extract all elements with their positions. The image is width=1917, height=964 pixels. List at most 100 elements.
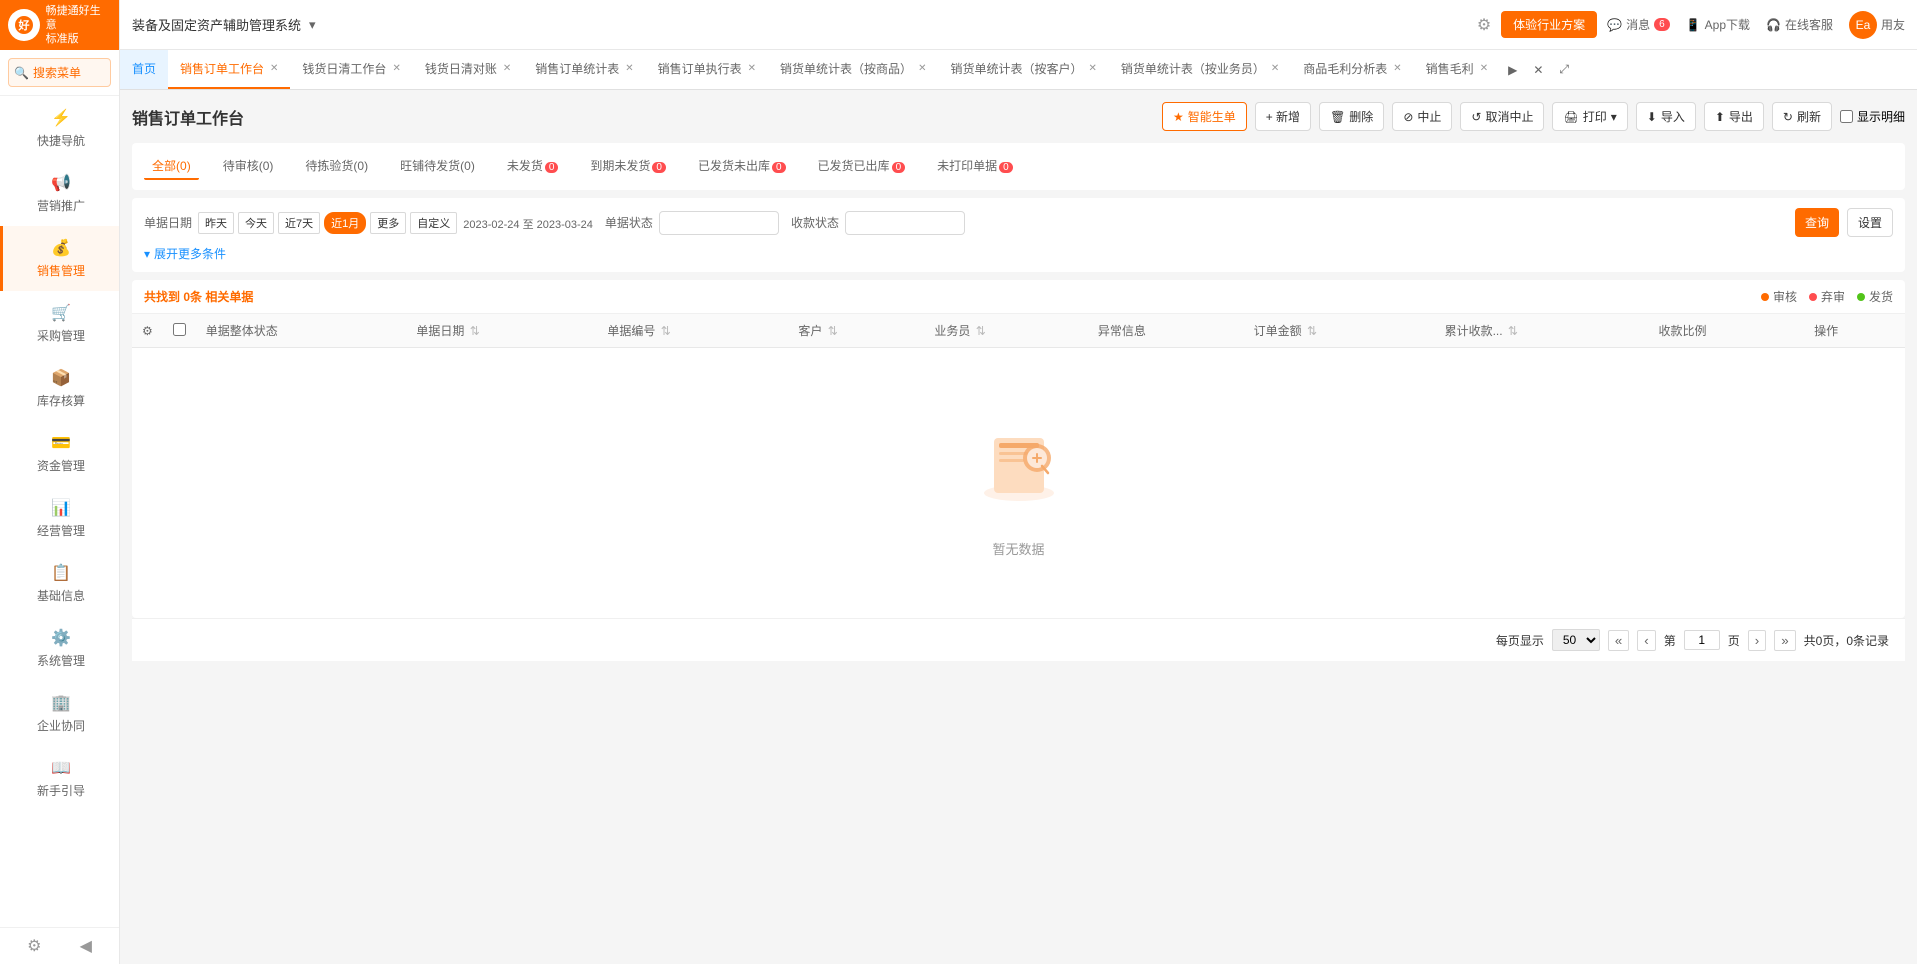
delete-btn[interactable]: 🗑 删除 (1319, 102, 1384, 131)
sidebar-item-system[interactable]: ⚙️ 系统管理 (0, 616, 119, 681)
sidebar-collapse-button[interactable]: ◀ (80, 936, 92, 956)
filter-payment-select[interactable] (845, 211, 965, 235)
last-page-btn[interactable]: » (1774, 630, 1795, 651)
sidebar-item-inventory[interactable]: 📦 库存核算 (0, 356, 119, 421)
print-dropdown-icon[interactable]: ▾ (1611, 110, 1617, 124)
page-input[interactable] (1684, 630, 1720, 650)
filter-tab-not-shipped[interactable]: 未发货0 (499, 153, 567, 180)
filter-tab-shipped-out[interactable]: 已发货已出库0 (810, 153, 914, 180)
col-customer-header[interactable]: 客户 ⇅ (788, 314, 924, 348)
sidebar-item-sales[interactable]: 💰 销售管理 (0, 226, 119, 291)
tab-sales-exec[interactable]: 销售订单执行表 ✕ (646, 50, 768, 89)
refresh-btn[interactable]: ↻ 刷新 (1772, 102, 1832, 131)
col-checkbox-header[interactable] (163, 314, 196, 348)
table-header-bar: 共找到 0条 相关单据 审核 弃审 发货 (132, 280, 1905, 314)
tabs-maximize-button[interactable]: ⤢ (1551, 54, 1577, 85)
per-page-select[interactable]: 50 (1552, 629, 1600, 651)
filter-tab-pending-review[interactable]: 待审核(0) (215, 153, 282, 180)
tab-close-sales-exec[interactable]: ✕ (748, 63, 756, 74)
system-dropdown-icon[interactable]: ▾ (309, 17, 316, 33)
export-btn[interactable]: ⬆ 导出 (1704, 102, 1764, 131)
table-scroll-container[interactable]: ⚙ 单据整体状态 单据日期 ⇅ (132, 314, 1905, 348)
user-action[interactable]: Ea 用友 (1849, 11, 1905, 39)
smart-btn[interactable]: ★ 智能生单 (1162, 102, 1247, 131)
prev-page-btn[interactable]: ‹ (1637, 630, 1655, 651)
filter-tab-all[interactable]: 全部(0) (144, 153, 199, 180)
tab-sales-more[interactable]: 销售毛利 ✕ (1414, 50, 1500, 89)
tab-close-product-margin[interactable]: ✕ (1393, 63, 1401, 74)
tabs-close-all-button[interactable]: ✕ (1525, 55, 1551, 85)
col-amount-header[interactable]: 订单金额 ⇅ (1244, 314, 1435, 348)
show-detail-checkbox-label[interactable]: 显示明细 (1840, 108, 1905, 125)
add-btn[interactable]: + 新增 (1255, 102, 1311, 131)
tab-close-sales-stats[interactable]: ✕ (625, 63, 633, 74)
import-btn[interactable]: ⬇ 导入 (1636, 102, 1696, 131)
tab-close-sales-more[interactable]: ✕ (1480, 63, 1488, 74)
message-action[interactable]: 💬 消息 6 (1607, 16, 1670, 33)
sidebar-item-operation[interactable]: 📊 经营管理 (0, 486, 119, 551)
stop-btn[interactable]: ⊘ 中止 (1392, 102, 1452, 131)
unreviewed-action-btn[interactable]: 弃审 (1809, 288, 1845, 305)
online-service-action[interactable]: 🎧 在线客服 (1766, 16, 1833, 33)
tab-close-sales-by-product[interactable]: ✕ (918, 63, 926, 74)
review-action-btn[interactable]: 审核 (1761, 288, 1797, 305)
sidebar-settings-button[interactable]: ⚙ (27, 936, 41, 956)
sidebar-item-quick-nav[interactable]: ⚡ 快捷导航 (0, 96, 119, 161)
sidebar-item-basic[interactable]: 📋 基础信息 (0, 551, 119, 616)
tab-home[interactable]: 首页 (120, 50, 168, 89)
filter-status-select[interactable] (659, 211, 779, 235)
filter-date-buttons: 昨天 今天 近7天 近1月 更多 自定义 (198, 212, 457, 234)
tab-product-margin[interactable]: 商品毛利分析表 ✕ (1291, 50, 1413, 89)
tab-sales-workbench[interactable]: 销售订单工作台 ✕ (168, 50, 290, 89)
sidebar-item-purchase[interactable]: 🛒 采购管理 (0, 291, 119, 356)
tab-close-cash-reconcile[interactable]: ✕ (503, 63, 511, 74)
tab-close-sales-workbench[interactable]: ✕ (270, 63, 278, 74)
select-all-checkbox[interactable] (173, 323, 186, 336)
tab-cash-daily[interactable]: 钱货日清工作台 ✕ (290, 50, 412, 89)
filter-tab-wangpu-pending[interactable]: 旺铺待发货(0) (392, 153, 483, 180)
filter-date-1month[interactable]: 近1月 (324, 212, 366, 234)
col-staff-header[interactable]: 业务员 ⇅ (924, 314, 1088, 348)
tab-sales-by-staff[interactable]: 销货单统计表（按业务员） ✕ (1109, 50, 1291, 89)
tab-cash-reconcile[interactable]: 钱货日清对账 ✕ (413, 50, 523, 89)
col-no-header[interactable]: 单据编号 ⇅ (597, 314, 788, 348)
show-detail-checkbox[interactable] (1840, 110, 1853, 123)
app-download-action[interactable]: 📱 App下载 (1686, 16, 1750, 33)
sidebar-item-guide[interactable]: 📖 新手引导 (0, 746, 119, 811)
sidebar-item-finance[interactable]: 💳 资金管理 (0, 421, 119, 486)
tabs-more-button[interactable]: ▶ (1500, 55, 1525, 85)
search-menu-button[interactable]: 🔍 搜索菜单 (8, 58, 111, 87)
ship-action-btn[interactable]: 发货 (1857, 288, 1893, 305)
expand-filter-btn[interactable]: ▾ 展开更多条件 (144, 245, 1893, 262)
filter-tab-shipped-not-out[interactable]: 已发货未出库0 (690, 153, 794, 180)
filter-date-today[interactable]: 今天 (238, 212, 274, 234)
tab-sales-by-customer[interactable]: 销货单统计表（按客户） ✕ (938, 50, 1108, 89)
sidebar-item-enterprise[interactable]: 🏢 企业协同 (0, 681, 119, 746)
tab-close-cash-daily[interactable]: ✕ (392, 63, 400, 74)
query-btn[interactable]: 查询 (1795, 208, 1839, 237)
col-setting-header[interactable]: ⚙ (132, 314, 163, 348)
col-status-header[interactable]: 单据整体状态 (196, 314, 407, 348)
tab-sales-stats[interactable]: 销售订单统计表 ✕ (523, 50, 645, 89)
col-collected-header[interactable]: 累计收款... ⇅ (1435, 314, 1649, 348)
filter-date-custom[interactable]: 自定义 (410, 212, 457, 234)
first-page-btn[interactable]: « (1608, 630, 1629, 651)
settings-icon[interactable]: ⚙ (1477, 15, 1491, 35)
tab-close-sales-by-staff[interactable]: ✕ (1271, 63, 1279, 74)
print-btn[interactable]: 🖨 打印 ▾ (1552, 102, 1627, 131)
col-date-header[interactable]: 单据日期 ⇅ (406, 314, 597, 348)
tab-sales-by-product[interactable]: 销货单统计表（按商品） ✕ (768, 50, 938, 89)
next-page-btn[interactable]: › (1748, 630, 1766, 651)
settings-filter-btn[interactable]: 设置 (1847, 208, 1893, 237)
industry-btn[interactable]: 体验行业方案 (1501, 11, 1597, 38)
filter-date-yesterday[interactable]: 昨天 (198, 212, 234, 234)
sidebar-item-marketing[interactable]: 📢 营销推广 (0, 161, 119, 226)
tab-close-sales-by-customer[interactable]: ✕ (1088, 63, 1096, 74)
filter-date-more[interactable]: 更多 (370, 212, 406, 234)
filter-tab-overdue-not-shipped[interactable]: 到期未发货0 (582, 153, 674, 180)
col-exception-header[interactable]: 异常信息 (1088, 314, 1244, 348)
cancel-stop-btn[interactable]: ↺ 取消中止 (1460, 102, 1544, 131)
filter-tab-pending-check[interactable]: 待拣验货(0) (297, 153, 376, 180)
filter-date-7days[interactable]: 近7天 (278, 212, 320, 234)
filter-tab-not-printed[interactable]: 未打印单据0 (929, 153, 1021, 180)
